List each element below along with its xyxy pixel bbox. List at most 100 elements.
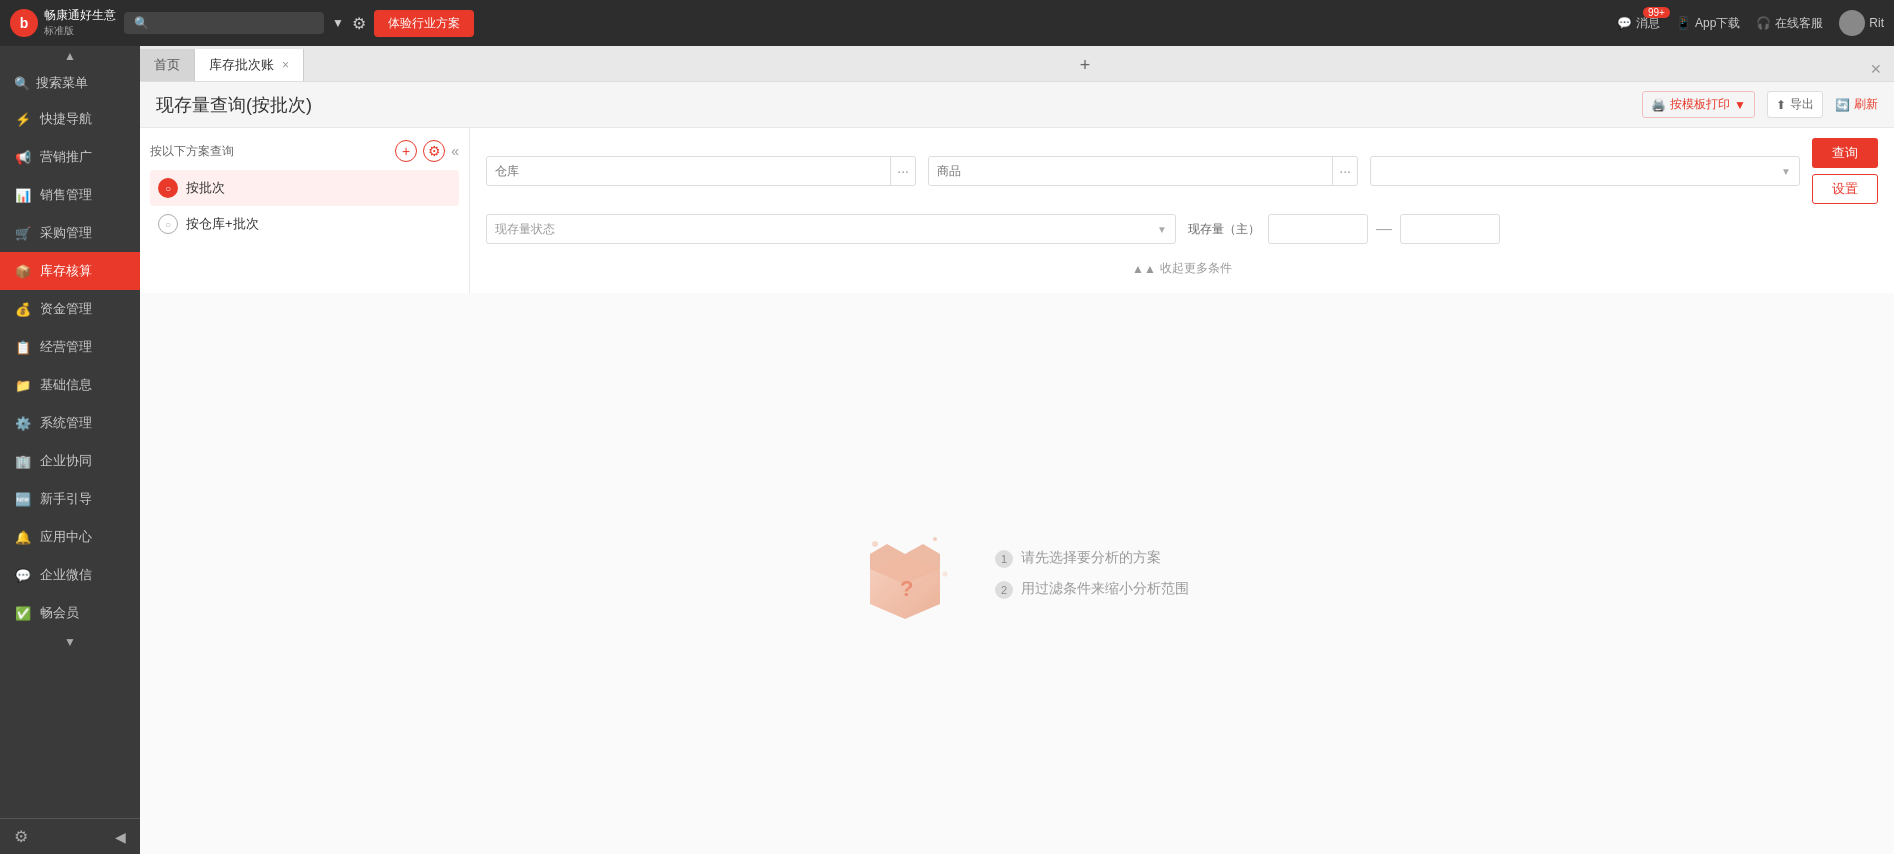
- sidebar-collapse-icon[interactable]: ◀: [115, 829, 126, 845]
- refresh-button[interactable]: 🔄 刷新: [1835, 96, 1878, 113]
- logo-icon: b: [10, 9, 38, 37]
- query-button[interactable]: 查询: [1812, 138, 1878, 168]
- tab-close-all-icon[interactable]: ✕: [1866, 57, 1886, 81]
- inventory-status-label: 现存量状态: [495, 221, 555, 238]
- tab-home[interactable]: 首页: [140, 49, 195, 81]
- tab-inventory[interactable]: 库存批次账 ×: [195, 49, 304, 81]
- sidebar-scroll-up[interactable]: ▲: [0, 46, 140, 66]
- settings-plan-button[interactable]: ⚙: [423, 140, 445, 162]
- basic-info-icon: 📁: [14, 376, 32, 394]
- add-icon: +: [402, 143, 410, 159]
- warehouse-input-group: ···: [486, 156, 916, 186]
- enterprise-icon: 🏢: [14, 452, 32, 470]
- message-icon: 💬: [1617, 16, 1632, 30]
- sidebar-sales-label: 销售管理: [40, 186, 92, 204]
- status-select[interactable]: ▼: [1370, 156, 1800, 186]
- sidebar-item-marketing[interactable]: 📢 营销推广: [0, 138, 140, 176]
- logo-text: b: [20, 15, 29, 31]
- user-area[interactable]: Rit: [1839, 10, 1884, 36]
- inventory-status-select[interactable]: 现存量状态 ▼: [486, 214, 1176, 244]
- sidebar-item-basic-info[interactable]: 📁 基础信息: [0, 366, 140, 404]
- print-dropdown-icon[interactable]: ▼: [1734, 98, 1746, 112]
- svg-point-6: [933, 537, 937, 541]
- company-name: 畅康通好生意: [44, 8, 116, 24]
- export-button[interactable]: ⬆ 导出: [1767, 91, 1823, 118]
- warehouse-dots-button[interactable]: ···: [890, 157, 915, 185]
- inventory-status-field: 现存量状态 ▼: [486, 214, 1176, 244]
- sidebar-item-quick-nav[interactable]: ⚡ 快捷导航: [0, 100, 140, 138]
- sales-icon: 📊: [14, 186, 32, 204]
- print-icon: 🖨️: [1651, 98, 1666, 112]
- settings-button[interactable]: ⚙: [352, 14, 366, 33]
- product-dots-button[interactable]: ···: [1332, 157, 1357, 185]
- filter-left-header: 按以下方案查询 + ⚙ «: [150, 140, 459, 162]
- sidebar-scroll-down[interactable]: ▼: [0, 632, 140, 652]
- sidebar-item-member[interactable]: ✅ 畅会员: [0, 594, 140, 632]
- nav-dropdown[interactable]: ▼: [332, 16, 344, 30]
- print-button[interactable]: 🖨️ 按模板打印 ▼: [1642, 91, 1755, 118]
- app-download-label: App下载: [1695, 15, 1740, 32]
- tab-close-icon[interactable]: ×: [282, 58, 289, 72]
- online-support-label: 在线客服: [1775, 15, 1823, 32]
- sidebar-item-finance[interactable]: 💰 资金管理: [0, 290, 140, 328]
- tip-number-2: 2: [995, 581, 1013, 599]
- export-label: 导出: [1790, 96, 1814, 113]
- field-settings-button[interactable]: 设置: [1812, 174, 1878, 204]
- sidebar-item-system[interactable]: ⚙️ 系统管理: [0, 404, 140, 442]
- quick-nav-icon: ⚡: [14, 110, 32, 128]
- warehouse-field: ···: [486, 156, 916, 186]
- message-badge: 99+: [1643, 7, 1670, 18]
- inventory-status-dropdown-icon: ▼: [1157, 224, 1167, 235]
- export-icon: ⬆: [1776, 98, 1786, 112]
- plan-warehouse-batch-icon: ○: [158, 214, 178, 234]
- sidebar-quick-nav-label: 快捷导航: [40, 110, 92, 128]
- sidebar-search-label: 搜索菜单: [36, 74, 88, 92]
- plan-warehouse-batch-label: 按仓库+批次: [186, 215, 259, 233]
- app-download-item[interactable]: 📱 App下载: [1676, 15, 1740, 32]
- status-dropdown-icon: ▼: [1781, 166, 1791, 177]
- collapse-conditions-button[interactable]: ▲▲ 收起更多条件: [486, 254, 1878, 283]
- sidebar-item-inventory[interactable]: 📦 库存核算: [0, 252, 140, 290]
- product-field: ···: [928, 156, 1358, 186]
- member-icon: ✅: [14, 604, 32, 622]
- add-plan-button[interactable]: +: [395, 140, 417, 162]
- sidebar-item-new-user[interactable]: 🆕 新手引导: [0, 480, 140, 518]
- inventory-qty-from-input[interactable]: [1268, 214, 1368, 244]
- online-support-item[interactable]: 🎧 在线客服: [1756, 15, 1823, 32]
- refresh-label: 刷新: [1854, 96, 1878, 113]
- sidebar-item-enterprise[interactable]: 🏢 企业协同: [0, 442, 140, 480]
- page-title: 现存量查询(按批次): [156, 93, 312, 117]
- tab-new-button[interactable]: +: [1069, 49, 1101, 81]
- warehouse-input[interactable]: [487, 157, 890, 185]
- product-input-group: ···: [928, 156, 1358, 186]
- sidebar-item-sales[interactable]: 📊 销售管理: [0, 176, 140, 214]
- empty-tip-1: 1 请先选择要分析的方案: [995, 549, 1189, 568]
- sidebar-operations-label: 经营管理: [40, 338, 92, 356]
- collapse-left-panel-button[interactable]: «: [451, 143, 459, 159]
- sidebar-basic-info-label: 基础信息: [40, 376, 92, 394]
- content-area: 首页 库存批次账 × + ✕ 现存量查询(按批次) 🖨️ 按模板打印 ▼: [140, 46, 1894, 854]
- sidebar-item-operations[interactable]: 📋 经营管理: [0, 328, 140, 366]
- sidebar-item-purchase[interactable]: 🛒 采购管理: [0, 214, 140, 252]
- sidebar-settings-icon[interactable]: ⚙: [14, 827, 28, 846]
- sidebar-item-search[interactable]: 🔍 搜索菜单: [0, 66, 140, 100]
- purchase-icon: 🛒: [14, 224, 32, 242]
- messages-item[interactable]: 💬 消息 99+: [1617, 15, 1660, 32]
- product-input[interactable]: [929, 157, 1332, 185]
- trial-button[interactable]: 体验行业方案: [374, 10, 474, 37]
- plan-item-batch[interactable]: ○ 按批次: [150, 170, 459, 206]
- page-header-actions: 🖨️ 按模板打印 ▼ ⬆ 导出 🔄 刷新: [1642, 91, 1878, 118]
- page-header: 现存量查询(按批次) 🖨️ 按模板打印 ▼ ⬆ 导出 🔄 刷新: [140, 82, 1894, 128]
- plan-item-warehouse-batch[interactable]: ○ 按仓库+批次: [150, 206, 459, 242]
- tip-text-1: 请先选择要分析的方案: [1021, 549, 1161, 567]
- sidebar-item-wechat[interactable]: 💬 企业微信: [0, 556, 140, 594]
- sidebar-system-label: 系统管理: [40, 414, 92, 432]
- sidebar-item-app-center[interactable]: 🔔 应用中心: [0, 518, 140, 556]
- user-name: Rit: [1869, 16, 1884, 30]
- top-bar-left: b 畅康通好生意 标准版 🔍 ▼ ⚙ 体验行业方案: [10, 8, 474, 38]
- app-center-icon: 🔔: [14, 528, 32, 546]
- top-search-box[interactable]: 🔍: [124, 12, 324, 34]
- svg-point-7: [943, 571, 948, 576]
- inventory-qty-to-input[interactable]: [1400, 214, 1500, 244]
- logo-area: b 畅康通好生意 标准版: [10, 8, 116, 38]
